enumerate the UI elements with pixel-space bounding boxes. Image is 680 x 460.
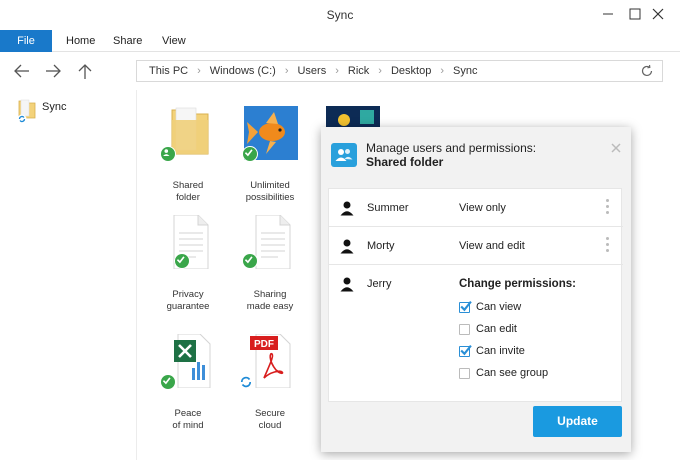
update-button[interactable]: Update xyxy=(533,406,622,437)
checkbox-can-edit[interactable]: Can edit xyxy=(459,323,609,339)
checkbox-label: Can invite xyxy=(476,345,525,357)
synced-check-icon xyxy=(242,253,258,269)
refresh-icon[interactable] xyxy=(640,64,654,78)
file-label: Shared folder xyxy=(172,180,204,203)
user-icon xyxy=(340,201,354,216)
dialog-header: Manage users and permissions: Shared fol… xyxy=(321,127,631,179)
partially-hidden-image[interactable] xyxy=(326,106,380,128)
breadcrumb: This PC › Windows (C:) › Users › Rick › … xyxy=(137,61,477,81)
crumb-this-pc[interactable]: This PC xyxy=(149,65,188,77)
checkbox-can-see-group[interactable]: Can see group xyxy=(459,367,609,383)
tab-home[interactable]: Home xyxy=(56,30,105,52)
checkbox-unchecked[interactable] xyxy=(459,368,470,379)
chevron-right-icon: › xyxy=(197,65,201,77)
checkbox-label: Can view xyxy=(476,301,522,313)
more-options-icon[interactable] xyxy=(606,199,610,217)
change-permissions-title: Change permissions: xyxy=(459,278,576,290)
file-item[interactable]: Sharing made easy xyxy=(232,215,308,315)
file-label: Peace of mind xyxy=(172,408,204,431)
tab-view[interactable]: View xyxy=(152,30,196,52)
file-item[interactable]: Privacy guarantee xyxy=(150,215,226,315)
navigation-bar: This PC › Windows (C:) › Users › Rick › … xyxy=(0,52,680,90)
user-row-summer[interactable]: Summer View only xyxy=(329,189,623,227)
up-arrow-icon[interactable] xyxy=(76,63,94,79)
close-window-icon[interactable] xyxy=(650,6,666,22)
user-name: Jerry xyxy=(367,278,392,290)
checkbox-label: Can see group xyxy=(476,367,549,379)
more-options-icon[interactable] xyxy=(606,237,610,255)
sidebar-item-sync[interactable]: Sync xyxy=(16,98,126,124)
crumb-users[interactable]: Users xyxy=(297,65,326,77)
checkbox-checked[interactable] xyxy=(459,344,472,357)
synced-check-icon xyxy=(160,374,176,390)
address-bar[interactable]: This PC › Windows (C:) › Users › Rick › … xyxy=(136,60,663,82)
user-row-jerry: Jerry Change permissions: Can view Can e… xyxy=(329,266,623,402)
user-icon xyxy=(340,277,354,292)
dialog-subtitle: Shared folder xyxy=(366,155,444,169)
checkbox-unchecked[interactable] xyxy=(459,324,470,335)
synced-check-icon xyxy=(174,253,190,269)
image-icon xyxy=(326,106,380,128)
crumb-desktop[interactable]: Desktop xyxy=(391,65,431,77)
maximize-icon[interactable] xyxy=(627,6,643,22)
user-icon xyxy=(340,239,354,254)
file-item[interactable]: Shared folder xyxy=(150,106,226,206)
back-arrow-icon[interactable] xyxy=(13,63,31,79)
navigation-pane: Sync xyxy=(0,90,137,460)
tab-file[interactable]: File xyxy=(0,30,52,52)
check-icon xyxy=(460,300,472,312)
user-name: Morty xyxy=(367,240,395,252)
folder-sync-icon xyxy=(17,99,36,124)
user-row-morty[interactable]: Morty View and edit xyxy=(329,227,623,265)
syncing-icon xyxy=(238,374,254,390)
permissions-dialog: Manage users and permissions: Shared fol… xyxy=(321,127,631,452)
file-label: Sharing made easy xyxy=(246,289,294,312)
users-list: Summer View only Morty View and edit Jer… xyxy=(328,188,623,402)
checkbox-can-invite[interactable]: Can invite xyxy=(459,344,609,361)
crumb-windows-c[interactable]: Windows (C:) xyxy=(210,65,276,77)
ribbon: File Home Share View xyxy=(0,30,680,52)
user-permission: View only xyxy=(459,202,506,214)
user-permission: View and edit xyxy=(459,240,525,252)
chevron-right-icon: › xyxy=(378,65,382,77)
chevron-right-icon: › xyxy=(335,65,339,77)
checkbox-checked[interactable] xyxy=(459,300,472,313)
file-label: Unlimited possibilities xyxy=(245,180,295,203)
tab-share[interactable]: Share xyxy=(103,30,152,52)
checkbox-can-view[interactable]: Can view xyxy=(459,300,609,317)
checkbox-label: Can edit xyxy=(476,323,517,335)
minimize-icon[interactable] xyxy=(600,6,616,22)
crumb-sync[interactable]: Sync xyxy=(453,65,477,77)
user-name: Summer xyxy=(367,202,409,214)
shared-user-icon xyxy=(160,146,176,162)
file-item[interactable]: Peace of mind xyxy=(150,334,226,434)
file-item[interactable]: PDF Secure cloud xyxy=(232,334,308,434)
close-icon[interactable] xyxy=(610,141,622,155)
synced-check-icon xyxy=(242,146,258,162)
file-item[interactable]: Unlimited possibilities xyxy=(232,106,308,206)
title-bar: Sync xyxy=(0,0,680,30)
chevron-right-icon: › xyxy=(284,65,289,77)
sidebar-item-label: Sync xyxy=(42,101,67,113)
file-label: Privacy guarantee xyxy=(166,289,210,312)
chevron-right-icon: › xyxy=(440,65,444,77)
forward-arrow-icon[interactable] xyxy=(44,63,62,79)
check-icon xyxy=(460,344,472,356)
dialog-title: Manage users and permissions: xyxy=(366,141,537,155)
users-group-icon xyxy=(331,143,357,167)
file-label: Secure cloud xyxy=(254,408,286,431)
window-title: Sync xyxy=(326,8,354,22)
crumb-rick[interactable]: Rick xyxy=(348,65,369,77)
svg-text:PDF: PDF xyxy=(254,339,274,350)
